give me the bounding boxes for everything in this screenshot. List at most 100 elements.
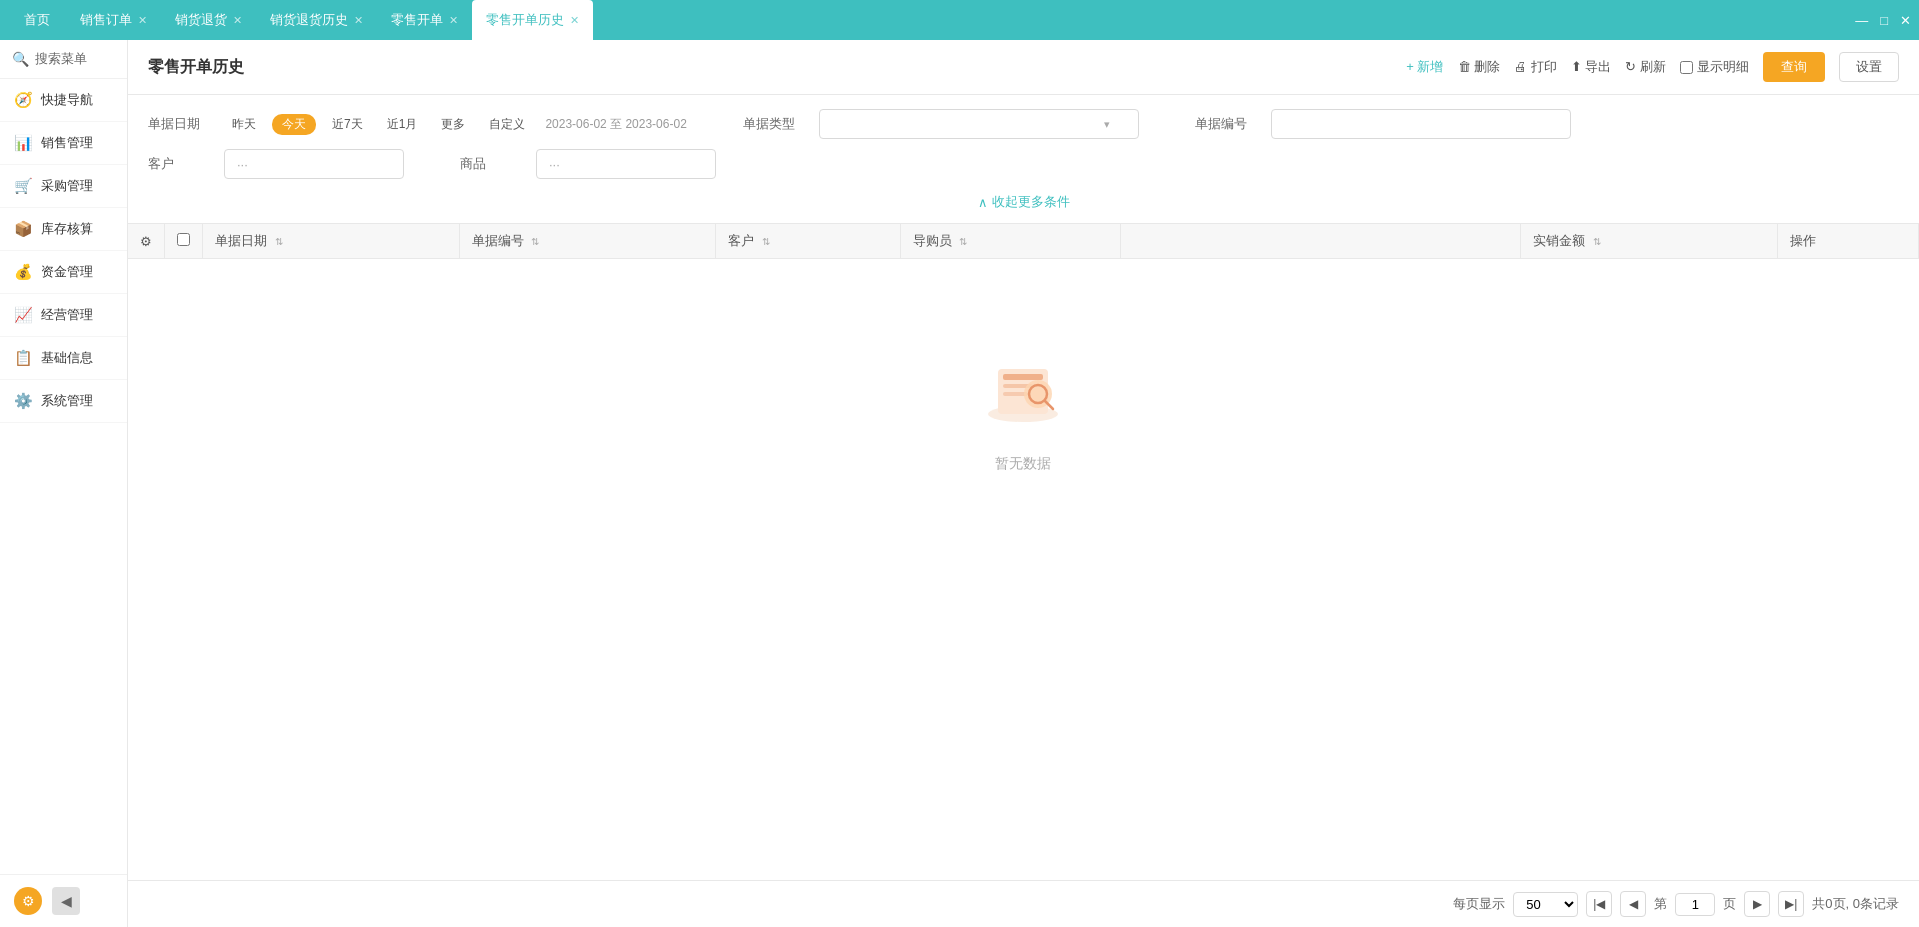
sort-bill-no-icon: ⇅ (531, 236, 539, 247)
sidebar-item-inventory[interactable]: 📦 库存核算 (0, 208, 127, 251)
th-settings[interactable]: ⚙ (128, 224, 165, 259)
bill-no-label: 单据编号 (1195, 115, 1255, 133)
customer-more-dots[interactable]: ··· (237, 157, 248, 172)
add-button[interactable]: + 新增 (1406, 58, 1443, 76)
filter-area: 单据日期 昨天 今天 近7天 近1月 更多 自定义 2023-06-02 至 2… (128, 95, 1919, 224)
basic-info-icon: 📋 (14, 349, 33, 367)
per-page-label: 每页显示 (1453, 895, 1505, 913)
collapse-icon: ∧ (978, 195, 988, 210)
page-number-input[interactable] (1675, 893, 1715, 916)
customer-select[interactable]: ··· (224, 149, 404, 179)
th-amount[interactable]: 实销金额 ⇅ (1521, 224, 1778, 259)
th-guide[interactable]: 导购员 ⇅ (900, 224, 1121, 259)
per-page-select[interactable]: 50 (1513, 892, 1578, 917)
tab-sales-return[interactable]: 销货退货 ✕ (161, 0, 256, 40)
settings-button[interactable]: ⚙ (14, 887, 42, 915)
tab-retail-open[interactable]: 零售开单 ✕ (377, 0, 472, 40)
close-tab-retail-open[interactable]: ✕ (449, 14, 458, 27)
table-header-row: ⚙ 单据日期 ⇅ 单据编号 ⇅ 客户 ⇅ (128, 224, 1919, 259)
page-label: 第 (1654, 895, 1667, 913)
first-page-button[interactable]: |◀ (1586, 891, 1612, 917)
next-page-button[interactable]: ▶ (1744, 891, 1770, 917)
last7-btn[interactable]: 近7天 (324, 114, 371, 135)
operations-icon: 📈 (14, 306, 33, 324)
sys-icon: ⚙️ (14, 392, 33, 410)
refresh-button[interactable]: ↻ 刷新 (1625, 58, 1666, 76)
sidebar-item-basic-info[interactable]: 📋 基础信息 (0, 337, 127, 380)
more-btn[interactable]: 更多 (433, 114, 473, 135)
sidebar-item-label: 基础信息 (41, 349, 93, 367)
sidebar-item-sales-mgmt[interactable]: 📊 销售管理 (0, 122, 127, 165)
last-page-button[interactable]: ▶| (1778, 891, 1804, 917)
sort-guide-icon: ⇅ (959, 236, 967, 247)
sidebar-item-label: 库存核算 (41, 220, 93, 238)
tab-sales-order[interactable]: 销售订单 ✕ (66, 0, 161, 40)
th-bill-no[interactable]: 单据编号 ⇅ (459, 224, 716, 259)
purchase-icon: 🛒 (14, 177, 33, 195)
last-month-btn[interactable]: 近1月 (379, 114, 426, 135)
custom-btn[interactable]: 自定义 (481, 114, 533, 135)
goods-select[interactable]: ··· (536, 149, 716, 179)
close-tab-sales-return[interactable]: ✕ (233, 14, 242, 27)
sidebar: 🔍 搜索菜单 🧭 快捷导航 📊 销售管理 🛒 采购管理 📦 库存核算 💰 资金管… (0, 40, 128, 927)
yesterday-btn[interactable]: 昨天 (224, 114, 264, 135)
sidebar-item-label: 采购管理 (41, 177, 93, 195)
window-close[interactable]: ✕ (1900, 13, 1911, 28)
svg-rect-2 (1003, 374, 1043, 380)
window-maximize[interactable]: □ (1880, 13, 1888, 28)
collapse-sidebar-button[interactable]: ◀ (52, 887, 80, 915)
th-date[interactable]: 单据日期 ⇅ (203, 224, 460, 259)
sidebar-item-label: 资金管理 (41, 263, 93, 281)
top-bar-right: — □ ✕ (1855, 13, 1911, 28)
date-filter-label: 单据日期 (148, 115, 208, 133)
display-detail-checkbox[interactable]: 显示明细 (1680, 58, 1749, 76)
sidebar-search[interactable]: 🔍 搜索菜单 (0, 40, 127, 79)
print-button[interactable]: 🖨 打印 (1514, 58, 1557, 76)
window-minimize[interactable]: — (1855, 13, 1868, 28)
sort-date-icon: ⇅ (275, 236, 283, 247)
display-detail-input[interactable] (1680, 61, 1693, 74)
th-customer[interactable]: 客户 ⇅ (716, 224, 901, 259)
bill-type-select[interactable]: ▾ (819, 109, 1139, 139)
close-tab-sales-return-history[interactable]: ✕ (354, 14, 363, 27)
sidebar-item-finance[interactable]: 💰 资金管理 (0, 251, 127, 294)
sidebar-item-purchase-mgmt[interactable]: 🛒 采购管理 (0, 165, 127, 208)
sort-amount-icon: ⇅ (1593, 236, 1601, 247)
close-tab-sales-order[interactable]: ✕ (138, 14, 147, 27)
sidebar-item-operations[interactable]: 📈 经营管理 (0, 294, 127, 337)
page-suffix: 页 (1723, 895, 1736, 913)
date-range-display: 2023-06-02 至 2023-06-02 (545, 116, 686, 133)
th-checkbox[interactable] (165, 224, 203, 259)
tab-home[interactable]: 首页 (8, 0, 66, 40)
finance-icon: 💰 (14, 263, 33, 281)
goods-more-dots[interactable]: ··· (549, 157, 560, 172)
collapse-bar[interactable]: ∧ 收起更多条件 (148, 189, 1899, 215)
select-all-checkbox[interactable] (177, 233, 190, 246)
tab-sales-return-history[interactable]: 销货退货历史 ✕ (256, 0, 377, 40)
today-btn[interactable]: 今天 (272, 114, 316, 135)
query-button[interactable]: 查询 (1763, 52, 1825, 82)
bill-no-input[interactable] (1271, 109, 1571, 139)
close-tab-retail-open-history[interactable]: ✕ (570, 14, 579, 27)
th-action: 操作 (1777, 224, 1918, 259)
main-layout: 🔍 搜索菜单 🧭 快捷导航 📊 销售管理 🛒 采购管理 📦 库存核算 💰 资金管… (0, 40, 1919, 927)
empty-row: 暂无数据 (128, 259, 1919, 554)
sidebar-bottom: ⚙ ◀ (0, 874, 127, 927)
prev-page-button[interactable]: ◀ (1620, 891, 1646, 917)
top-bar: 首页 销售订单 ✕ 销货退货 ✕ 销货退货历史 ✕ 零售开单 ✕ 零售开单历史 … (0, 0, 1919, 40)
bill-type-dropdown-arrow: ▾ (1104, 118, 1110, 131)
page-title: 零售开单历史 (148, 57, 244, 78)
collapse-label: 收起更多条件 (992, 193, 1070, 211)
sidebar-item-quick-nav[interactable]: 🧭 快捷导航 (0, 79, 127, 122)
sidebar-item-sys-mgmt[interactable]: ⚙️ 系统管理 (0, 380, 127, 423)
delete-button[interactable]: 🗑 删除 (1458, 58, 1501, 76)
settings-form-button[interactable]: 设置 (1839, 52, 1899, 82)
filter-row-1: 单据日期 昨天 今天 近7天 近1月 更多 自定义 2023-06-02 至 2… (148, 109, 1899, 139)
export-button[interactable]: ⬆ 导出 (1571, 58, 1612, 76)
quick-nav-icon: 🧭 (14, 91, 33, 109)
tab-retail-open-history[interactable]: 零售开单历史 ✕ (472, 0, 593, 40)
date-shortcuts: 昨天 今天 近7天 近1月 更多 自定义 2023-06-02 至 2023-0… (224, 114, 687, 135)
filter-row-2: 客户 ··· 商品 ··· (148, 149, 1899, 179)
empty-text: 暂无数据 (995, 455, 1051, 473)
empty-state: 暂无数据 (128, 259, 1919, 553)
